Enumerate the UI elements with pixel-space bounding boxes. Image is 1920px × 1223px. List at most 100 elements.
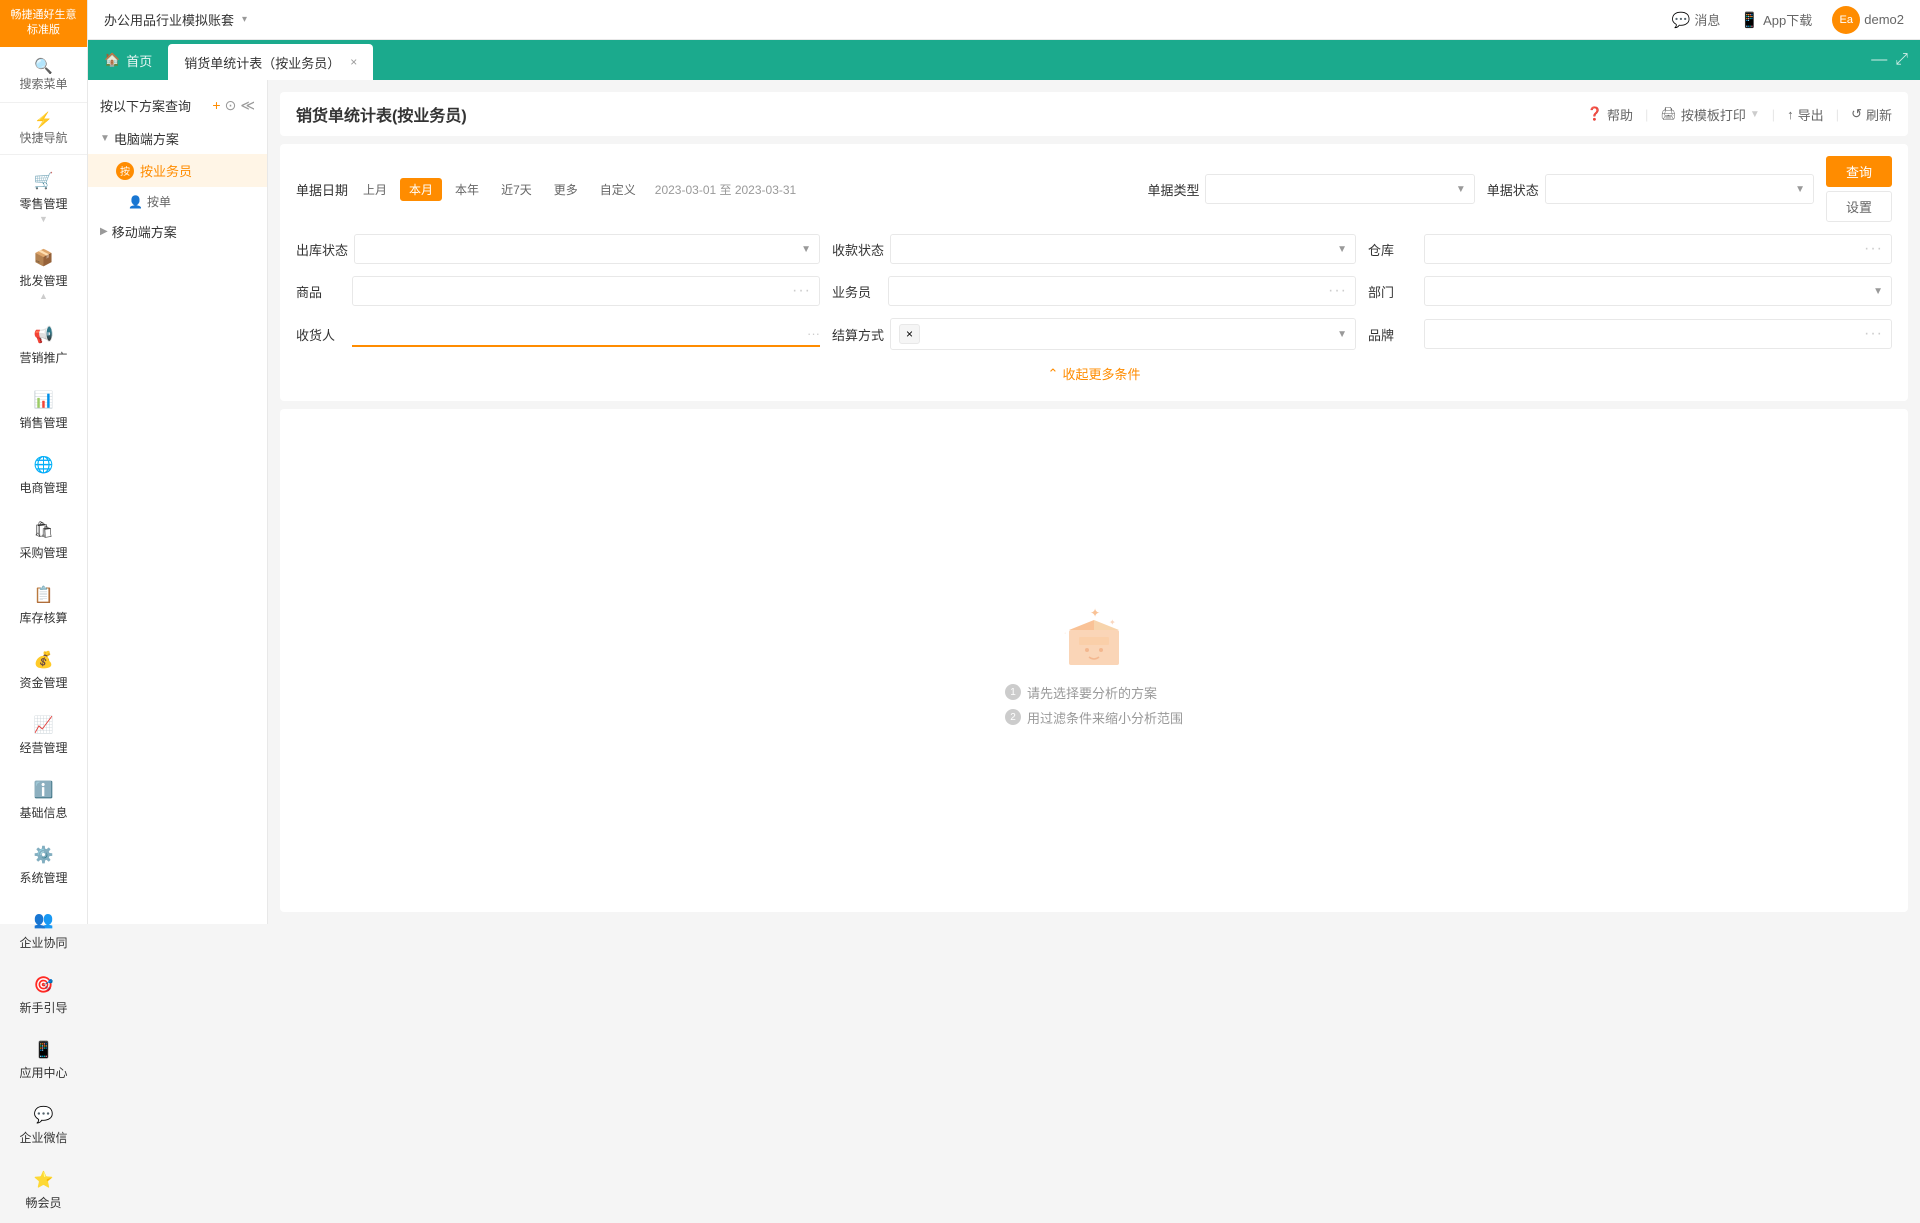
date-btn-custom[interactable]: 自定义 (591, 178, 645, 201)
page-header: 销货单统计表(按业务员) ❓ 帮助 | 🖨 按模板打印 ▼ | ↑ (280, 92, 1908, 136)
app-download-icon: 📱 (1740, 11, 1759, 29)
tab-minimize-btn[interactable]: — (1871, 51, 1887, 69)
export-btn[interactable]: ↑ 导出 (1787, 105, 1824, 124)
sidebar-quicknav[interactable]: ⚡ 快捷导航 (0, 103, 87, 155)
add-scheme-btn[interactable]: + (212, 97, 220, 114)
warehouse-select[interactable]: ··· (1424, 234, 1892, 264)
empty-tip-1: 1 请先选择要分析的方案 (1005, 683, 1183, 702)
page-title: 销货单统计表(按业务员) (296, 102, 467, 126)
sidebar-item-corpwechat[interactable]: 💬 企业微信 (0, 1093, 87, 1158)
scheme-item-by-salesperson[interactable]: 按 按业务员 (88, 154, 267, 187)
empty-box-icon: ✦ ✦ · (1054, 595, 1134, 675)
doc-type-arrow: ▼ (1456, 184, 1466, 195)
sidebar-item-wholesale[interactable]: 📦 批发管理 ▲ (0, 236, 87, 313)
date-btn-this-year[interactable]: 本年 (446, 178, 488, 201)
template-print-label: 按模板打印 (1681, 105, 1746, 124)
sidebar-item-newbie[interactable]: 🎯 新手引导 (0, 963, 87, 1028)
retail-arrow: ▼ (39, 214, 48, 224)
consignee-input[interactable] (352, 322, 807, 345)
app-logo[interactable]: 畅捷通好生意 标准版 (0, 0, 87, 47)
collapse-filter-btn[interactable]: ⌃ 收起更多条件 (296, 358, 1892, 389)
dept-arrow: ▼ (1873, 286, 1883, 297)
pay-status-select[interactable]: ▼ (890, 234, 1356, 264)
sidebar-item-appstore[interactable]: 📱 应用中心 (0, 1028, 87, 1093)
tab-home[interactable]: 🏠 首页 (88, 40, 168, 80)
sidebar-item-label-marketing: 营销推广 (19, 349, 67, 366)
consignee-dots[interactable]: ··· (807, 326, 820, 341)
main-area: 办公用品行业模拟账套 ▾ 💬 消息 📱 App下载 Ea demo2 🏠 首页 (88, 0, 1920, 924)
help-btn[interactable]: ❓ 帮助 (1587, 105, 1633, 124)
template-print-arrow: ▼ (1750, 109, 1760, 120)
scheme-group-desktop-header[interactable]: ▼ 电脑端方案 (88, 123, 267, 154)
sidebar-item-finance[interactable]: 💰 资金管理 (0, 638, 87, 703)
doc-type-select[interactable]: ▼ (1205, 174, 1474, 204)
app-download-label: App下载 (1763, 10, 1812, 29)
finance-icon: 💰 (34, 650, 54, 670)
doc-status-select[interactable]: ▼ (1545, 174, 1814, 204)
sidebar-item-purchase[interactable]: 🛍 采购管理 (0, 508, 87, 573)
sidebar-item-basics[interactable]: ℹ️ 基础信息 (0, 768, 87, 833)
by-order-icon: 👤 (128, 195, 143, 209)
by-salesperson-icon: 按 (116, 162, 134, 180)
payment-tag-close[interactable]: × (906, 327, 913, 341)
date-range-display: 2023-03-01 至 2023-03-31 (655, 181, 796, 198)
sidebar-item-sales[interactable]: 📊 销售管理 (0, 378, 87, 443)
dept-select[interactable]: ▼ (1424, 276, 1892, 306)
tab-sales-stat[interactable]: 销货单统计表（按业务员） × (168, 44, 373, 80)
sidebar-item-retail[interactable]: 🛒 零售管理 ▼ (0, 159, 87, 236)
purchase-icon: 🛍 (33, 520, 53, 540)
product-dots: ··· (792, 282, 811, 300)
topbar-dropdown-btn[interactable]: ▾ (242, 14, 247, 25)
salesperson-select[interactable]: ··· (888, 276, 1356, 306)
wholesale-icon: 📦 (34, 248, 54, 268)
system-icon: ⚙️ (34, 845, 54, 865)
date-btn-7days[interactable]: 近7天 (492, 178, 541, 201)
pay-status-arrow: ▼ (1337, 244, 1347, 255)
corp-icon: 👥 (34, 910, 54, 930)
left-panel-actions: + ⊙ ≪ (212, 97, 255, 114)
scheme-item-by-salesperson-label: 按业务员 (140, 161, 192, 180)
tab-close-btn[interactable]: × (350, 55, 357, 69)
payment-method-label: 结算方式 (832, 325, 884, 344)
empty-tip-2: 2 用过滤条件来缩小分析范围 (1005, 708, 1183, 727)
refresh-btn[interactable]: ↺ 刷新 (1851, 105, 1892, 124)
tip-1-text: 请先选择要分析的方案 (1027, 683, 1157, 702)
scheme-group-mobile-header[interactable]: ▶ 移动端方案 (88, 216, 267, 247)
message-btn[interactable]: 💬 消息 (1672, 10, 1721, 29)
sidebar-item-corp[interactable]: 👥 企业协同 (0, 898, 87, 963)
date-btn-last-month[interactable]: 上月 (354, 178, 396, 201)
sidebar-item-system[interactable]: ⚙️ 系统管理 (0, 833, 87, 898)
out-status-select[interactable]: ▼ (354, 234, 820, 264)
sidebar-item-ecommerce[interactable]: 🌐 电商管理 (0, 443, 87, 508)
query-button[interactable]: 查询 (1826, 156, 1892, 187)
sidebar-item-label-appstore: 应用中心 (19, 1064, 67, 1081)
tip-num-2: 2 (1005, 709, 1021, 725)
payment-method-select[interactable]: × ▼ (890, 318, 1356, 350)
sidebar-item-label-finance: 资金管理 (19, 674, 67, 691)
page-header-actions: ❓ 帮助 | 🖨 按模板打印 ▼ | ↑ 导出 | (1587, 105, 1892, 124)
edit-scheme-btn[interactable]: ⊙ (225, 97, 237, 114)
collapse-panel-btn[interactable]: ≪ (240, 97, 255, 114)
sidebar-search[interactable]: 🔍 搜索菜单 (0, 47, 87, 103)
sidebar-item-inventory[interactable]: 📋 库存核算 (0, 573, 87, 638)
brand-select[interactable]: ··· (1424, 319, 1892, 349)
scheme-group-desktop: ▼ 电脑端方案 按 按业务员 👤 按单 (88, 123, 267, 216)
date-filter-buttons: 上月 本月 本年 近7天 更多 自定义 (354, 178, 645, 201)
left-panel-title: 按以下方案查询 (100, 96, 191, 115)
sidebar: 畅捷通好生意 标准版 🔍 搜索菜单 ⚡ 快捷导航 🛒 零售管理 ▼ 📦 批发管理… (0, 0, 88, 924)
scheme-sub-item-by-order[interactable]: 👤 按单 (88, 187, 267, 216)
template-print-icon: 🖨 (1660, 106, 1677, 122)
sidebar-item-operations[interactable]: 📈 经营管理 (0, 703, 87, 768)
app-download-btn[interactable]: 📱 App下载 (1740, 10, 1812, 29)
sidebar-item-label-wholesale: 批发管理 (19, 272, 67, 289)
product-select[interactable]: ··· (352, 276, 820, 306)
date-btn-this-month[interactable]: 本月 (400, 178, 442, 201)
tab-maximize-btn[interactable]: ⤢ (1895, 51, 1908, 69)
date-btn-more[interactable]: 更多 (545, 178, 587, 201)
user-menu-btn[interactable]: Ea demo2 (1832, 6, 1904, 34)
sidebar-item-marketing[interactable]: 📢 营销推广 (0, 313, 87, 378)
template-print-btn[interactable]: 🖨 按模板打印 ▼ (1660, 105, 1759, 124)
settings-button[interactable]: 设置 (1826, 191, 1892, 222)
right-panel: 销货单统计表(按业务员) ❓ 帮助 | 🖨 按模板打印 ▼ | ↑ (268, 80, 1920, 924)
sidebar-item-member[interactable]: ⭐ 畅会员 (0, 1158, 87, 1223)
